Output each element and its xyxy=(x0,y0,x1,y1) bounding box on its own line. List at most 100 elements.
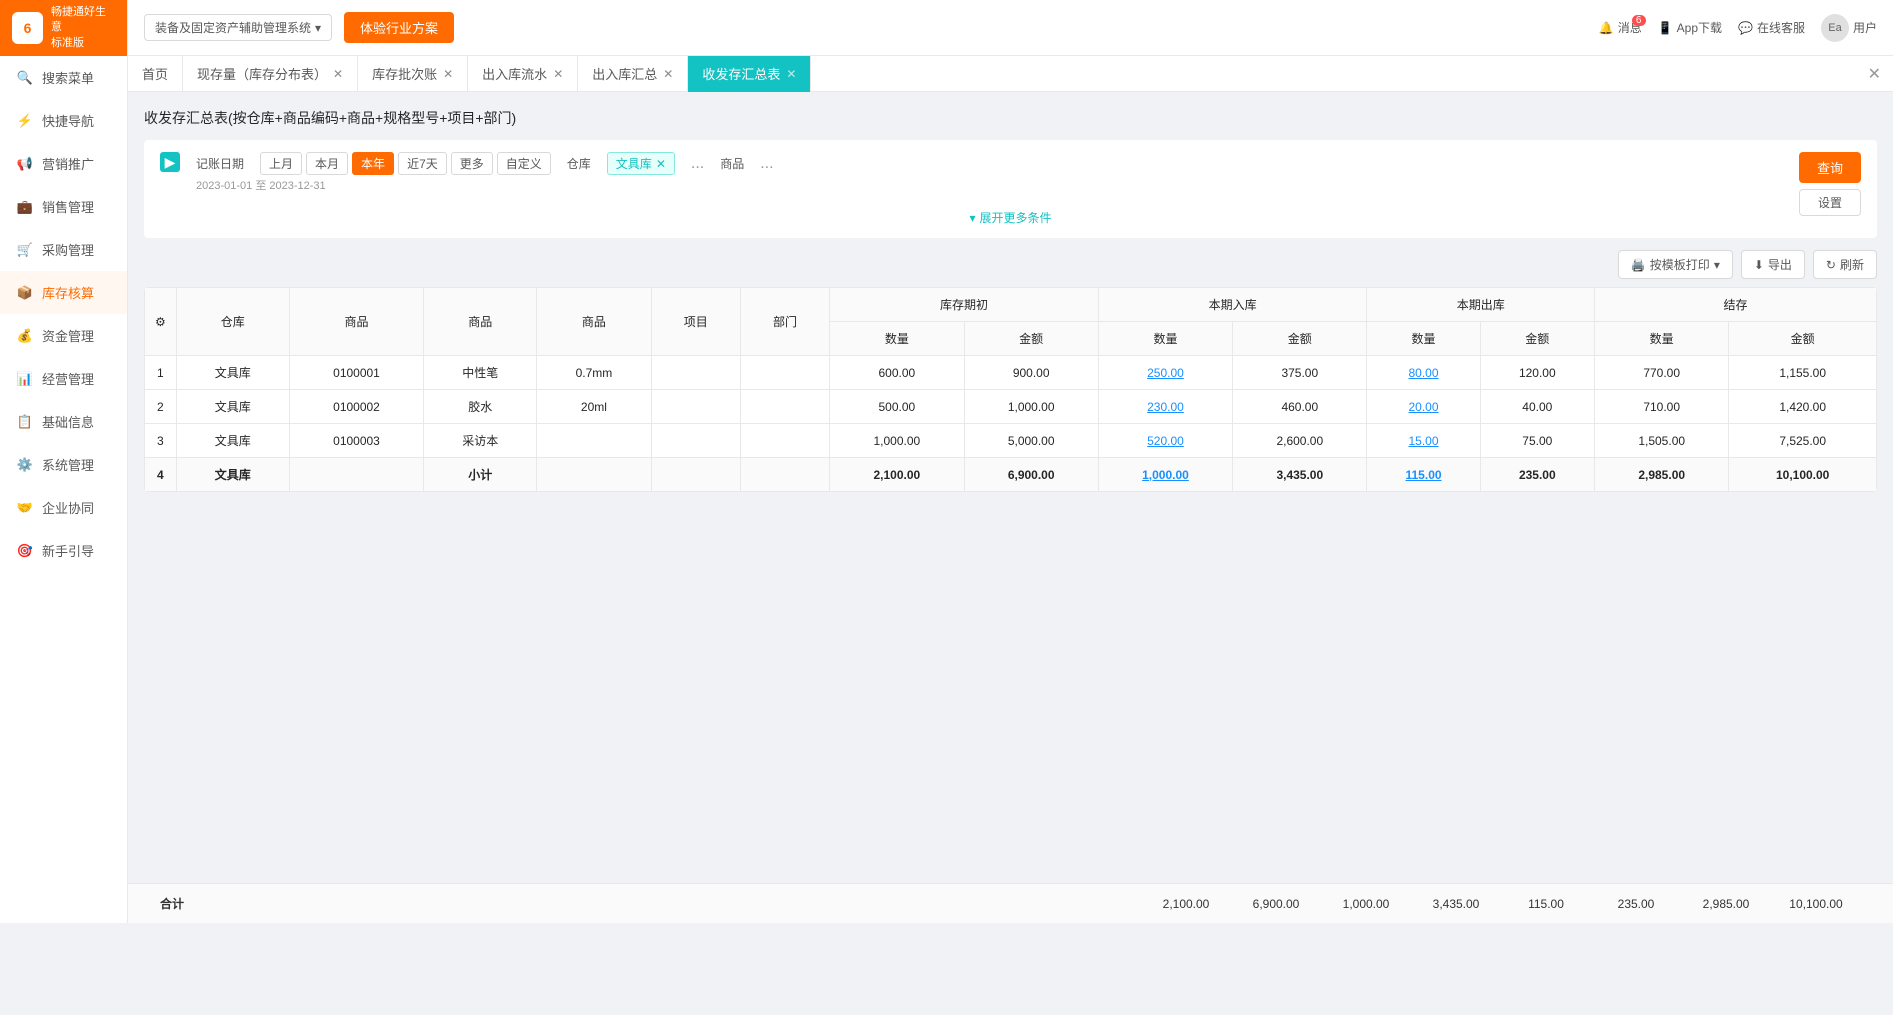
tab-close-3[interactable]: ✕ xyxy=(553,67,563,81)
tab-close-1[interactable]: ✕ xyxy=(333,67,343,81)
sidebar-item-marketing[interactable]: 📢营销推广 xyxy=(0,142,127,185)
expand-arrow-btn[interactable]: ▶ xyxy=(160,152,180,172)
in-qty-link[interactable]: 230.00 xyxy=(1147,400,1184,414)
th-out-qty: 数量 xyxy=(1367,322,1480,356)
warehouse-dots[interactable]: ... xyxy=(691,155,704,173)
query-button[interactable]: 查询 xyxy=(1799,152,1861,183)
finance-icon: 💰 xyxy=(16,327,34,345)
out-qty-link[interactable]: 80.00 xyxy=(1409,366,1439,380)
th-settings[interactable]: ⚙ xyxy=(145,288,177,356)
th-open-amt: 金额 xyxy=(964,322,1098,356)
cell-out-amt: 75.00 xyxy=(1480,424,1594,458)
date-btn-近7天[interactable]: 近7天 xyxy=(398,152,447,175)
tab-label-4: 出入库汇总 xyxy=(592,64,657,83)
sidebar-item-sales[interactable]: 💼销售管理 xyxy=(0,185,127,228)
sidebar-item-label: 资金管理 xyxy=(42,326,94,345)
in-qty-link[interactable]: 520.00 xyxy=(1147,434,1184,448)
footer-out-amt: 235.00 xyxy=(1591,897,1681,911)
tab-close-2[interactable]: ✕ xyxy=(443,67,453,81)
filter-row: 记账日期 上月本月本年近7天更多自定义 仓库 文具库 ✕ ... 商品 ... xyxy=(196,152,774,175)
cell-project xyxy=(651,424,740,458)
sidebar-item-label: 快捷导航 xyxy=(42,111,94,130)
tab-close-5[interactable]: ✕ xyxy=(786,67,796,81)
goods-dots[interactable]: ... xyxy=(760,155,773,173)
user-item[interactable]: Ea 用户 xyxy=(1821,14,1877,42)
cell-close-qty: 2,985.00 xyxy=(1595,458,1729,492)
basic-icon: 📋 xyxy=(16,413,34,431)
th-out-amt: 金额 xyxy=(1480,322,1594,356)
notification-item[interactable]: 🔔 消息 6 xyxy=(1599,19,1642,36)
sidebar-item-finance[interactable]: 💰 资金管理 xyxy=(0,314,127,357)
sidebar-item-label: 销售管理 xyxy=(42,197,94,216)
cell-out-amt: 120.00 xyxy=(1480,356,1594,390)
app-download-item[interactable]: 📱 App下载 xyxy=(1658,19,1722,36)
in-qty-link[interactable]: 1,000.00 xyxy=(1142,468,1189,482)
cell-open-amt: 900.00 xyxy=(964,356,1098,390)
printer-icon: 🖨️ xyxy=(1631,258,1646,272)
operations-icon: 📊 xyxy=(16,370,34,388)
th-in-qty: 数量 xyxy=(1098,322,1232,356)
system-selector[interactable]: 装备及固定资产辅助管理系统 ▾ xyxy=(144,14,332,41)
th-out: 本期出库 xyxy=(1367,288,1595,322)
sidebar-item-label: 库存核算 xyxy=(42,283,94,302)
chevron-down-icon: ▾ xyxy=(969,211,975,225)
sidebar-item-basic[interactable]: 📋基础信息 xyxy=(0,400,127,443)
cell-open-qty: 600.00 xyxy=(830,356,964,390)
th-goods-code: 商品 xyxy=(289,288,423,356)
sidebar-item-operations[interactable]: 📊经营管理 xyxy=(0,357,127,400)
date-btn-本年[interactable]: 本年 xyxy=(352,152,394,175)
cell-close-qty: 710.00 xyxy=(1595,390,1729,424)
user-label: 用户 xyxy=(1853,19,1877,36)
sidebar-item-system[interactable]: ⚙️系统管理 xyxy=(0,443,127,486)
tab-0[interactable]: 首页 xyxy=(128,56,183,92)
th-warehouse: 仓库 xyxy=(176,288,289,356)
tab-1[interactable]: 现存量（库存分布表）✕ xyxy=(183,56,358,92)
warehouse-tag-close[interactable]: ✕ xyxy=(656,157,666,171)
tab-5[interactable]: 收发存汇总表✕ xyxy=(688,56,811,92)
expand-more-btn[interactable]: ▾ 展开更多条件 xyxy=(969,209,1051,226)
out-qty-link[interactable]: 115.00 xyxy=(1406,468,1442,482)
sidebar-item-quick[interactable]: ⚡快捷导航 xyxy=(0,99,127,142)
sidebar-item-cooperation[interactable]: 🤝企业协同 xyxy=(0,486,127,529)
out-qty-link[interactable]: 15.00 xyxy=(1409,434,1439,448)
cell-warehouse: 文具库 xyxy=(176,356,289,390)
in-qty-link[interactable]: 250.00 xyxy=(1147,366,1184,380)
sidebar-item-inventory[interactable]: 📦库存核算 xyxy=(0,271,127,314)
cell-close-amt: 1,420.00 xyxy=(1729,390,1877,424)
settings-icon[interactable]: ⚙ xyxy=(155,315,166,329)
sidebar-item-search[interactable]: 🔍搜索菜单 xyxy=(0,56,127,99)
goods-filter-label: 商品 xyxy=(720,155,744,172)
main-content: 收发存汇总表(按仓库+商品编码+商品+规格型号+项目+部门) ▶ 记账日期 上月… xyxy=(128,92,1893,923)
online-service-item[interactable]: 💬 在线客服 xyxy=(1738,19,1805,36)
trial-button[interactable]: 体验行业方案 xyxy=(344,12,454,43)
tab-2[interactable]: 库存批次账✕ xyxy=(358,56,468,92)
filter-actions: 查询 设置 xyxy=(1799,152,1861,216)
tab-bar-close[interactable]: ✕ xyxy=(1856,56,1893,92)
date-btn-上月[interactable]: 上月 xyxy=(260,152,302,175)
sidebar-item-guide[interactable]: 🎯新手引导 xyxy=(0,529,127,572)
system-title: 装备及固定资产辅助管理系统 xyxy=(155,19,311,36)
date-filter-label: 记账日期 xyxy=(196,155,244,172)
footer-out-qty: 115.00 xyxy=(1501,897,1591,911)
cell-warehouse: 文具库 xyxy=(176,390,289,424)
tab-3[interactable]: 出入库流水✕ xyxy=(468,56,578,92)
tab-4[interactable]: 出入库汇总 ✕ xyxy=(578,56,688,92)
cell-open-qty: 500.00 xyxy=(830,390,964,424)
online-service-label: 在线客服 xyxy=(1757,19,1805,36)
out-qty-link[interactable]: 20.00 xyxy=(1409,400,1439,414)
date-btn-自定义[interactable]: 自定义 xyxy=(497,152,551,175)
settings-button[interactable]: 设置 xyxy=(1799,189,1861,216)
cell-in-qty: 230.00 xyxy=(1098,390,1232,424)
app-download-label: App下载 xyxy=(1677,19,1722,36)
tab-close-4[interactable]: ✕ xyxy=(663,67,673,81)
date-btn-本月[interactable]: 本月 xyxy=(306,152,348,175)
refresh-button[interactable]: ↻ 刷新 xyxy=(1813,250,1877,279)
export-button[interactable]: ⬇ 导出 xyxy=(1741,250,1805,279)
sidebar-item-purchase[interactable]: 🛒采购管理 xyxy=(0,228,127,271)
date-btn-更多[interactable]: 更多 xyxy=(451,152,493,175)
footer-in-qty: 1,000.00 xyxy=(1321,897,1411,911)
cell-warehouse: 文具库 xyxy=(176,458,289,492)
download-icon: 📱 xyxy=(1658,21,1673,35)
export-icon: ⬇ xyxy=(1754,258,1764,272)
print-button[interactable]: 🖨️ 按模板打印 ▾ xyxy=(1618,250,1733,279)
